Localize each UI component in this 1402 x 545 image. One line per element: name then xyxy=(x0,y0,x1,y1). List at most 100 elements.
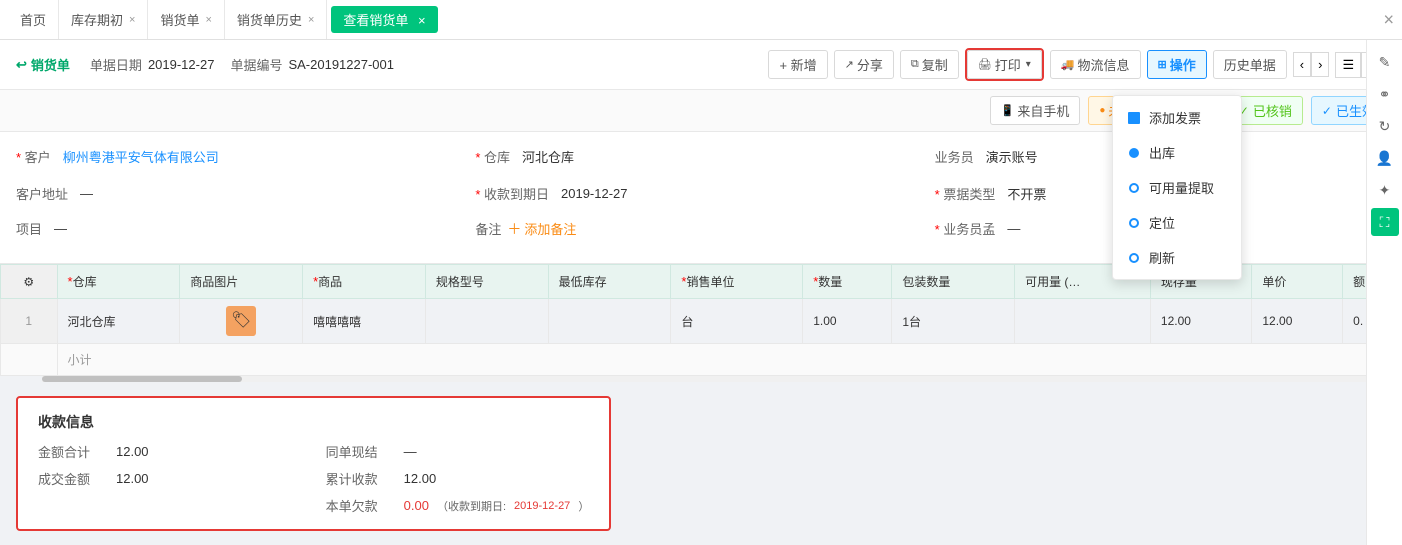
col-quantity: *数量 xyxy=(803,265,892,299)
tab-view-sales[interactable]: 查看销货单 × xyxy=(331,6,437,33)
note-field: 备注 ＋ 添加备注 xyxy=(475,219,926,239)
warehouse-label: 仓库 xyxy=(475,147,510,166)
close-icon[interactable]: × xyxy=(418,13,426,28)
col-min-stock: 最低库存 xyxy=(548,265,671,299)
doc-number-field: 单据编号 SA-20191227-001 xyxy=(230,55,394,74)
arrears-close: ） xyxy=(578,498,589,514)
print-button[interactable]: 🖨 打印 ▾ xyxy=(967,50,1042,79)
cell-pack-qty: 1台 xyxy=(892,299,1015,344)
tab-sales[interactable]: 销货单 × xyxy=(148,0,224,39)
copy-button[interactable]: ⧉ 复制 xyxy=(900,50,959,79)
staff-value: 演示账号 xyxy=(980,144,1080,169)
cell-unit-price: 12.00 xyxy=(1252,299,1343,344)
salesperson-label: 业务员孟 xyxy=(935,219,996,238)
close-icon[interactable]: × xyxy=(308,14,314,26)
list-view-button[interactable]: ☰ xyxy=(1335,52,1361,78)
cell-available xyxy=(1015,299,1151,344)
payment-section: 收款信息 金额合计 12.00 同单现结 — 成交金额 12.00 累计收款 1… xyxy=(0,382,1402,545)
doc-header: ↩ 销货单 单据日期 2019-12-27 单据编号 SA-20191227-0… xyxy=(0,40,1402,90)
history-button[interactable]: 历史单据 xyxy=(1213,50,1287,79)
outbound-item[interactable]: 出库 xyxy=(1113,135,1241,170)
person-sidebar-icon[interactable]: 👤 xyxy=(1371,144,1399,172)
cell-quantity: 1.00 xyxy=(803,299,892,344)
right-sidebar: ✎ ⚭ ↻ 👤 ✦ ⛶ xyxy=(1366,40,1402,545)
cell-spec xyxy=(425,299,548,344)
col-sales-unit: *销售单位 xyxy=(671,265,803,299)
sales-order-icon: ↩ xyxy=(16,57,27,73)
link-sidebar-icon[interactable]: ⚭ xyxy=(1371,80,1399,108)
payment-date-field: 收款到期日 2019-12-27 xyxy=(475,183,926,204)
staff-label: 业务员 xyxy=(935,147,974,166)
payment-title: 收款信息 xyxy=(38,412,589,432)
arrears-row: 本单欠款 0.00 （收款到期日: 2019-12-27 ） xyxy=(326,496,590,515)
next-button[interactable]: › xyxy=(1311,52,1329,77)
subtotal-row: 小计 xyxy=(1,344,1402,376)
salesperson-value: — xyxy=(1001,218,1101,239)
square-icon xyxy=(1127,111,1141,125)
col-pack-qty: 包装数量 xyxy=(892,265,1015,299)
cell-warehouse: 河北仓库 xyxy=(57,299,180,344)
payment-grid: 金额合计 12.00 同单现结 — 成交金额 12.00 累计收款 12.00 xyxy=(38,442,589,515)
products-table: ⚙ *仓库 商品图片 *商品 规格型号 最低库存 *销售单位 *数量 xyxy=(0,264,1402,376)
prev-button[interactable]: ‹ xyxy=(1293,52,1311,77)
refresh-item[interactable]: 刷新 xyxy=(1113,240,1241,275)
cell-product: 嘻嘻嘻嘻 xyxy=(303,299,426,344)
close-icon[interactable]: × xyxy=(205,14,211,26)
add-note-button[interactable]: ＋ 添加备注 xyxy=(507,219,576,239)
tab-bar: 首页 库存期初 × 销货单 × 销货单历史 × 查看销货单 × × xyxy=(0,0,1402,40)
cumulative-row: 累计收款 12.00 xyxy=(326,469,590,488)
ticket-type-label: 票据类型 xyxy=(935,184,996,203)
col-unit-price: 单价 xyxy=(1252,265,1343,299)
tab-inventory[interactable]: 库存期初 × xyxy=(59,0,148,39)
scrollbar[interactable] xyxy=(42,376,1402,382)
warehouse-value: 河北仓库 xyxy=(516,144,616,169)
col-product: *商品 xyxy=(303,265,426,299)
col-warehouse: *仓库 xyxy=(57,265,180,299)
cell-current-stock: 12.00 xyxy=(1150,299,1251,344)
note-label: 备注 xyxy=(475,219,501,238)
arrears-note: （收款到期日: xyxy=(437,498,506,514)
table-row: 1 河北仓库 🏷 嘻嘻嘻嘻 台 1.00 1台 12.00 12.00 0. xyxy=(1,299,1402,344)
share-button[interactable]: ↗ 分享 xyxy=(834,50,894,79)
circle-outline-icon xyxy=(1127,181,1141,195)
customer-value[interactable]: 柳州粤港平安气体有限公司 xyxy=(57,144,225,169)
address-field: 客户地址 — xyxy=(16,183,467,204)
add-invoice-item[interactable]: 添加发票 xyxy=(1113,100,1241,135)
refresh-icon xyxy=(1127,251,1141,265)
available-qty-item[interactable]: 可用量提取 xyxy=(1113,170,1241,205)
customer-label: 客户 xyxy=(16,147,51,166)
from-phone-button[interactable]: 📱 来自手机 xyxy=(990,96,1081,125)
new-button[interactable]: + 新增 xyxy=(768,50,827,79)
tab-sales-history[interactable]: 销货单历史 × xyxy=(225,0,327,39)
col-gear: ⚙ xyxy=(1,265,58,299)
locate-icon xyxy=(1127,216,1141,230)
circle-icon xyxy=(1127,146,1141,160)
arrears-date: 2019-12-27 xyxy=(514,500,570,512)
address-label: 客户地址 xyxy=(16,184,68,203)
nav-buttons: ‹ › xyxy=(1293,52,1330,77)
customer-field: 客户 柳州粤港平安气体有限公司 xyxy=(16,144,467,169)
close-icon[interactable]: × xyxy=(129,14,135,26)
edit-sidebar-icon[interactable]: ✎ xyxy=(1371,48,1399,76)
cell-product-image: 🏷 xyxy=(180,299,303,344)
tab-home[interactable]: 首页 xyxy=(8,0,59,39)
print-button-highlighted: 🖨 打印 ▾ xyxy=(965,48,1044,81)
payment-date-value: 2019-12-27 xyxy=(555,183,655,204)
expand-sidebar-icon[interactable]: ⛶ xyxy=(1371,208,1399,236)
col-spec: 规格型号 xyxy=(425,265,548,299)
logistics-button[interactable]: 🚚 物流信息 xyxy=(1050,50,1141,79)
row-number: 1 xyxy=(1,299,58,344)
ticket-type-value: 不开票 xyxy=(1001,181,1101,206)
refresh-sidebar-icon[interactable]: ↻ xyxy=(1371,112,1399,140)
close-all-icon[interactable]: × xyxy=(1383,9,1394,30)
total-row: 金额合计 12.00 xyxy=(38,442,302,461)
warehouse-field: 仓库 河北仓库 xyxy=(475,144,926,169)
subtotal-gear xyxy=(1,344,58,376)
star-sidebar-icon[interactable]: ✦ xyxy=(1371,176,1399,204)
cell-sales-unit: 台 xyxy=(671,299,803,344)
operations-dropdown: 添加发票 出库 可用量提取 定位 刷新 xyxy=(1112,95,1242,280)
locate-item[interactable]: 定位 xyxy=(1113,205,1241,240)
doc-title: ↩ 销货单 xyxy=(16,55,70,74)
project-label: 项目 xyxy=(16,219,42,238)
operations-button[interactable]: ⊞ 操作 xyxy=(1147,50,1207,79)
